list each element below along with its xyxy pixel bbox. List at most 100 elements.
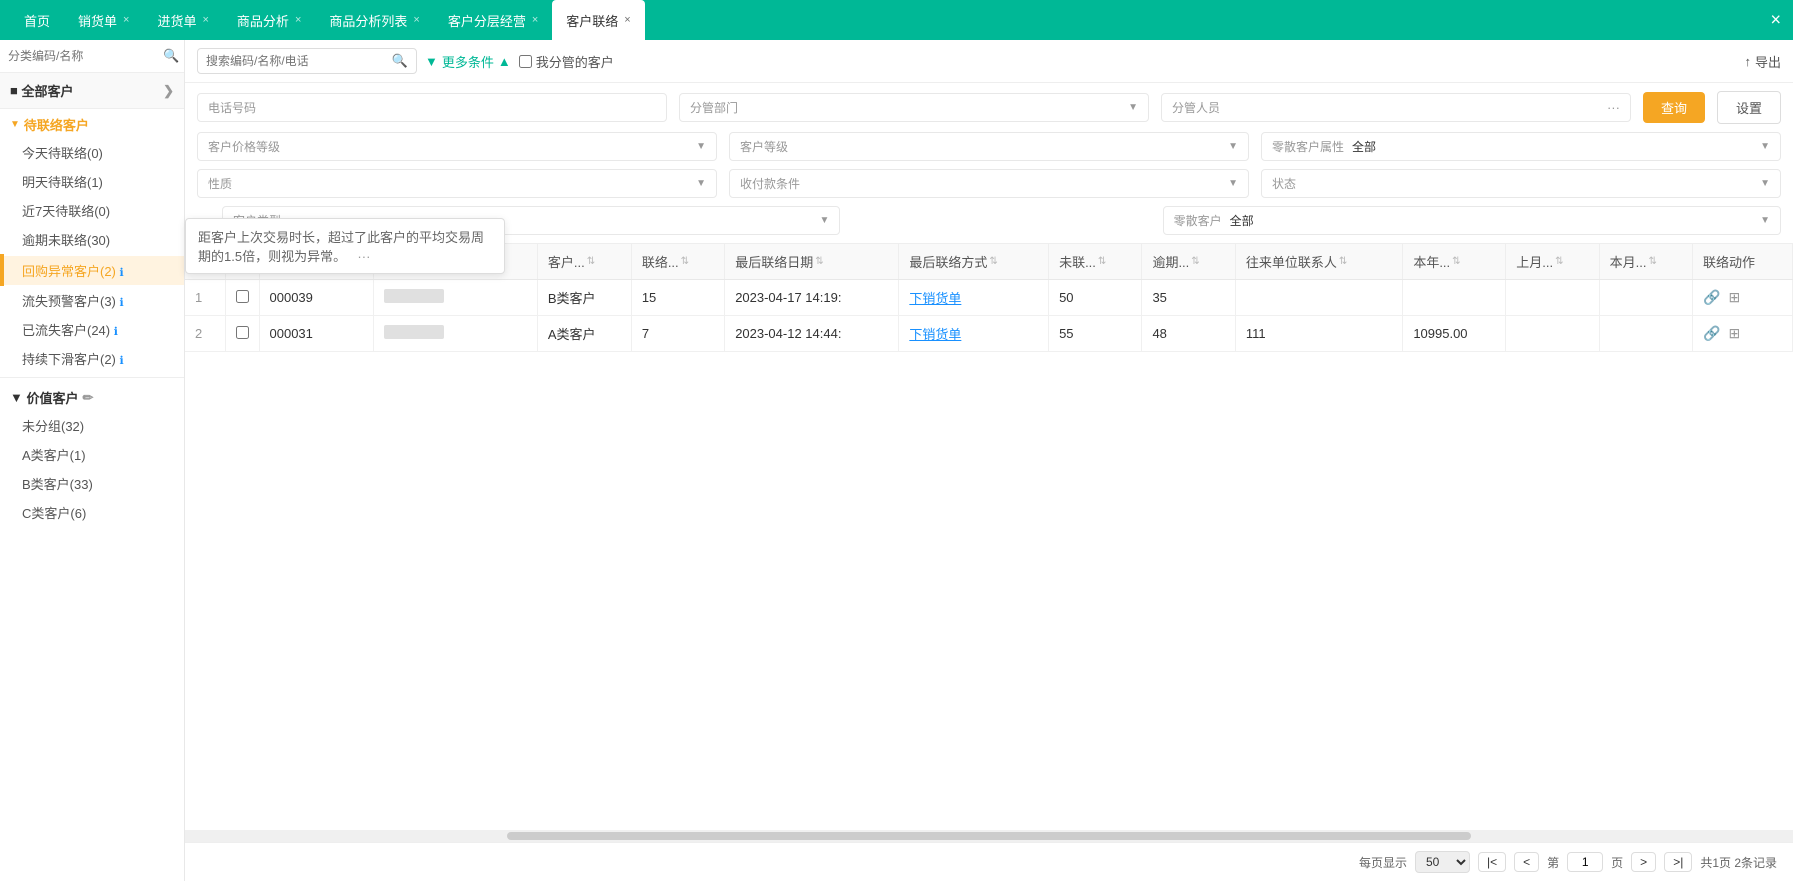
sidebar-item-overdue[interactable]: 逾期未联络(30) xyxy=(0,225,184,254)
sidebar-group-pending-contact[interactable]: ▼ 待联络客户 xyxy=(0,109,184,138)
sort-last-month-icon[interactable]: ⇅ xyxy=(1555,256,1563,267)
page-of-label: 页 xyxy=(1611,854,1623,871)
tooltip-more-icon[interactable]: ··· xyxy=(357,249,370,264)
first-page-btn[interactable]: |< xyxy=(1478,852,1506,872)
sort-this-month-icon[interactable]: ⇅ xyxy=(1648,256,1656,267)
gender-field[interactable]: 性质 ▼ xyxy=(197,169,717,198)
sidebar-search-input[interactable] xyxy=(8,49,163,63)
sidebar-item-tomorrow[interactable]: 明天待联络(1) xyxy=(0,167,184,196)
nav-product-analysis[interactable]: 商品分析 × xyxy=(223,0,315,40)
table-row: 1 000039 B类客户 15 2023-04-17 14:19: 下销货单 … xyxy=(185,280,1793,316)
sort-unit-icon[interactable]: ⇅ xyxy=(1339,256,1347,267)
row2-link-icon[interactable]: 🔗 xyxy=(1703,325,1720,342)
info-icon3: ℹ xyxy=(114,326,118,338)
main-search-icon[interactable]: 🔍 xyxy=(392,53,408,69)
last-page-btn[interactable]: >| xyxy=(1664,852,1692,872)
more-conditions-btn[interactable]: ▼ 更多条件 ▲ xyxy=(425,52,511,71)
sidebar-all-customers[interactable]: ■ 全部客户 ❯ xyxy=(0,73,184,109)
phone-field[interactable]: 电话号码 xyxy=(197,93,667,122)
settings-button[interactable]: 设置 xyxy=(1717,91,1781,124)
info-icon4: ℹ xyxy=(120,355,124,367)
horizontal-scrollbar[interactable] xyxy=(185,830,1793,842)
close-sales-order[interactable]: × xyxy=(123,14,129,26)
sidebar-search-box[interactable]: 🔍 xyxy=(0,40,184,73)
price-level-field[interactable]: 客户价格等级 ▼ xyxy=(197,132,717,161)
close-product-analysis[interactable]: × xyxy=(295,14,301,26)
customer-level-field[interactable]: 客户等级 ▼ xyxy=(729,132,1249,161)
nav-customer-segmentation[interactable]: 客户分层经营 × xyxy=(434,0,552,40)
my-customer-check[interactable] xyxy=(519,55,532,68)
nav-home[interactable]: 首页 xyxy=(10,0,64,40)
sidebar-item-a-class[interactable]: A类客户(1) xyxy=(0,440,184,469)
sidebar-item-c-class[interactable]: C类客户(6) xyxy=(0,498,184,527)
export-button[interactable]: ↑ 导出 xyxy=(1744,52,1781,71)
sidebar-search-icon[interactable]: 🔍 xyxy=(163,48,179,64)
retail-attr-field[interactable]: 零散客户属性 全部 ▼ xyxy=(1261,132,1781,161)
sort-overdue-icon[interactable]: ⇅ xyxy=(1191,256,1199,267)
person-more-icon[interactable]: ··· xyxy=(1607,100,1620,115)
row1-link-icon[interactable]: 🔗 xyxy=(1703,289,1720,306)
window-close-button[interactable]: × xyxy=(1770,10,1781,31)
row2-method-link[interactable]: 下销货单 xyxy=(909,327,961,342)
row1-checkbox[interactable] xyxy=(236,290,249,303)
payment-term-field[interactable]: 收付款条件 ▼ xyxy=(729,169,1249,198)
scroll-thumb[interactable] xyxy=(507,832,1472,840)
query-button[interactable]: 查询 xyxy=(1643,92,1705,123)
info-icon[interactable]: ℹ xyxy=(120,267,124,279)
dept-field[interactable]: 分管部门 ▼ xyxy=(679,93,1149,122)
dept-dropdown-icon: ▼ xyxy=(1128,102,1138,113)
current-page-input[interactable] xyxy=(1567,852,1603,872)
sidebar-item-loss-warning[interactable]: 流失预警客户(3) ℹ xyxy=(0,286,184,315)
sidebar: 🔍 ■ 全部客户 ❯ ▼ 待联络客户 今天待联络(0) 明天待联络(1) 近7天… xyxy=(0,40,185,881)
sidebar-item-ungrouped[interactable]: 未分组(32) xyxy=(0,411,184,440)
nav-sales-order[interactable]: 销货单 × xyxy=(64,0,143,40)
customer-type-dropdown-icon: ▼ xyxy=(820,215,830,226)
sidebar-item-today[interactable]: 今天待联络(0) xyxy=(0,138,184,167)
nav-product-analysis-list[interactable]: 商品分析列表 × xyxy=(315,0,433,40)
row2-last-method[interactable]: 下销货单 xyxy=(899,316,1049,352)
col-this-year: 本年...⇅ xyxy=(1403,244,1506,280)
main-search-box[interactable]: 🔍 xyxy=(197,48,417,74)
close-customer-segmentation[interactable]: × xyxy=(532,14,538,26)
close-product-analysis-list[interactable]: × xyxy=(413,14,419,26)
row2-checkbox-cell[interactable] xyxy=(225,316,259,352)
close-customer-contact[interactable]: × xyxy=(624,14,630,26)
my-customer-checkbox[interactable]: 我分管的客户 xyxy=(519,52,614,71)
nav-purchase-order[interactable]: 进货单 × xyxy=(143,0,222,40)
sidebar-collapse-icon[interactable]: ❯ xyxy=(163,83,174,99)
sidebar-item-declining[interactable]: 持续下滑客户(2) ℹ xyxy=(0,344,184,373)
sidebar-item-b-class[interactable]: B类客户(33) xyxy=(0,469,184,498)
row2-grid-icon[interactable]: ⊞ xyxy=(1728,325,1740,342)
per-page-select[interactable]: 50 100 200 xyxy=(1415,851,1470,873)
row1-checkbox-cell[interactable] xyxy=(225,280,259,316)
sidebar-item-lost[interactable]: 已流失客户(24) ℹ xyxy=(0,315,184,344)
sort-contacts-icon[interactable]: ⇅ xyxy=(681,256,689,267)
sort-date-icon[interactable]: ⇅ xyxy=(815,256,823,267)
person-field[interactable]: 分管人员 ··· xyxy=(1161,93,1631,122)
row2-checkbox[interactable] xyxy=(236,326,249,339)
sort-year-icon[interactable]: ⇅ xyxy=(1452,256,1460,267)
retail-customer-field[interactable]: 零散客户 全部 ▼ xyxy=(1163,206,1781,235)
row1-last-method[interactable]: 下销货单 xyxy=(899,280,1049,316)
col-last-contact-date: 最后联络日期⇅ xyxy=(725,244,899,280)
sidebar-group-value-customer[interactable]: ▼ 价值客户 ✏ xyxy=(0,382,184,411)
sidebar-item-repurchase-abnormal[interactable]: 回购异常客户(2) ℹ xyxy=(4,256,184,285)
sort-method-icon[interactable]: ⇅ xyxy=(989,256,997,267)
sidebar-item-7days[interactable]: 近7天待联络(0) xyxy=(0,196,184,225)
col-uncontacted: 未联...⇅ xyxy=(1049,244,1142,280)
prev-page-btn[interactable]: < xyxy=(1514,852,1539,872)
row1-grid-icon[interactable]: ⊞ xyxy=(1728,289,1740,306)
sort-type-icon[interactable]: ⇅ xyxy=(587,256,595,267)
close-purchase-order[interactable]: × xyxy=(202,14,208,26)
main-search-input[interactable] xyxy=(206,54,392,68)
sort-uncontacted-icon[interactable]: ⇅ xyxy=(1098,256,1106,267)
edit-icon[interactable]: ✏ xyxy=(83,390,94,406)
nav-customer-contact[interactable]: 客户联络 × xyxy=(552,0,644,40)
table-area: ⚙ 客户编码⇅ 客户名称⇅ 客户...⇅ 联络...⇅ xyxy=(185,244,1793,830)
col-contacts: 联络...⇅ xyxy=(631,244,724,280)
col-overdue: 逾期...⇅ xyxy=(1142,244,1235,280)
status-field[interactable]: 状态 ▼ xyxy=(1261,169,1781,198)
next-page-btn[interactable]: > xyxy=(1631,852,1656,872)
row1-method-link[interactable]: 下销货单 xyxy=(909,291,961,306)
content-area: 🔍 ▼ 更多条件 ▲ 我分管的客户 ↑ 导出 电话号码 xyxy=(185,40,1793,881)
